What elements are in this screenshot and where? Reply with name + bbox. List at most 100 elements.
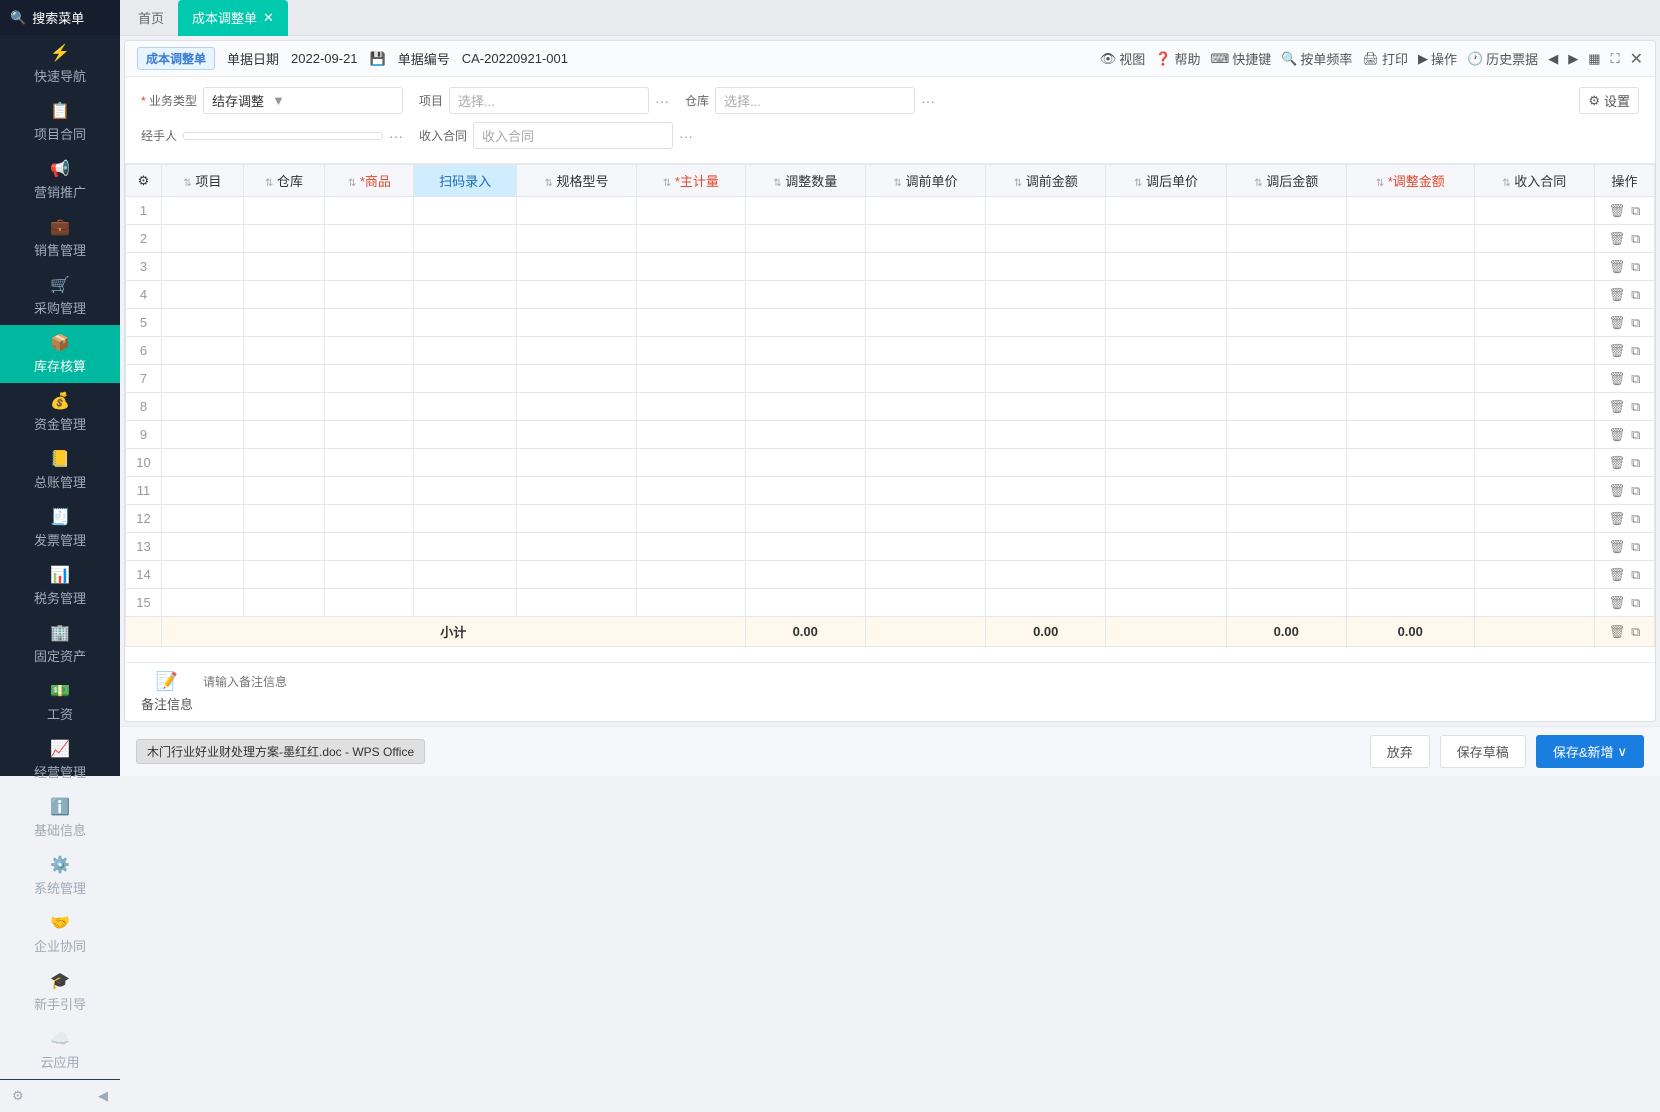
cell-7[interactable] — [865, 421, 985, 449]
cell-0[interactable] — [162, 589, 244, 617]
cell-4[interactable] — [516, 505, 636, 533]
cell-4[interactable] — [516, 421, 636, 449]
delete-row-button[interactable]: 🗑 — [1609, 315, 1626, 331]
biz-type-input[interactable]: 结存调整 ▼ — [203, 87, 403, 114]
income-contract-input[interactable]: 收入合同 — [473, 122, 673, 149]
cell-9[interactable] — [1106, 449, 1226, 477]
cell-4[interactable] — [516, 477, 636, 505]
cell-12[interactable] — [1474, 365, 1594, 393]
project-more-btn[interactable]: ··· — [655, 93, 669, 109]
cell-12[interactable] — [1474, 337, 1594, 365]
help-action[interactable]: ❓ 帮助 — [1155, 49, 1200, 68]
sidebar-item-sales-promo[interactable]: 📢 营销推广 — [0, 151, 120, 209]
cell-12[interactable] — [1474, 589, 1594, 617]
cell-12[interactable] — [1474, 561, 1594, 589]
cell-7[interactable] — [865, 393, 985, 421]
delete-row-button[interactable]: 🗑 — [1609, 539, 1626, 555]
delete-row-button[interactable]: 🗑 — [1609, 231, 1626, 247]
cell-11[interactable] — [1346, 589, 1474, 617]
delete-row-button[interactable]: 🗑 — [1609, 511, 1626, 527]
cell-4[interactable] — [516, 225, 636, 253]
copy-row-button[interactable]: ⧉ — [1631, 371, 1640, 387]
cell-3[interactable] — [414, 365, 516, 393]
sidebar-item-inventory[interactable]: 📦 库存核算 — [0, 325, 120, 383]
sidebar-item-basic-info[interactable]: ℹ️ 基础信息 — [0, 789, 120, 847]
cell-3[interactable] — [414, 281, 516, 309]
settings-icon[interactable]: ⚙ — [12, 1088, 24, 1104]
delete-row-button[interactable]: 🗑 — [1609, 287, 1626, 303]
cell-11[interactable] — [1346, 533, 1474, 561]
cell-0[interactable] — [162, 253, 244, 281]
cell-0[interactable] — [162, 365, 244, 393]
sidebar-item-enterprise[interactable]: 🤝 企业协同 — [0, 905, 120, 963]
cell-1[interactable] — [243, 449, 325, 477]
cell-12[interactable] — [1474, 393, 1594, 421]
cell-11[interactable] — [1346, 421, 1474, 449]
nav-prev-icon[interactable]: ◀ — [1548, 51, 1558, 67]
sidebar-item-fixed-assets[interactable]: 🏢 固定资产 — [0, 615, 120, 673]
collapse-icon[interactable]: ◀ — [98, 1088, 108, 1104]
copy-row-button[interactable]: ⧉ — [1631, 287, 1640, 303]
cell-2[interactable] — [325, 421, 414, 449]
cell-12[interactable] — [1474, 281, 1594, 309]
cell-8[interactable] — [986, 253, 1106, 281]
cell-11[interactable] — [1346, 253, 1474, 281]
cell-9[interactable] — [1106, 421, 1226, 449]
cell-2[interactable] — [325, 393, 414, 421]
cell-11[interactable] — [1346, 337, 1474, 365]
cell-9[interactable] — [1106, 393, 1226, 421]
history-action[interactable]: 🕐 历史票据 — [1467, 49, 1538, 68]
cell-12[interactable] — [1474, 477, 1594, 505]
cell-3[interactable] — [414, 253, 516, 281]
cell-6[interactable] — [745, 337, 865, 365]
cell-1[interactable] — [243, 533, 325, 561]
copy-row-button[interactable]: ⧉ — [1631, 455, 1640, 471]
cell-11[interactable] — [1346, 225, 1474, 253]
cell-2[interactable] — [325, 197, 414, 225]
cell-4[interactable] — [516, 281, 636, 309]
cell-5[interactable] — [637, 253, 745, 281]
cell-8[interactable] — [986, 309, 1106, 337]
cell-10[interactable] — [1226, 225, 1346, 253]
copy-row-button[interactable]: ⧉ — [1631, 259, 1640, 275]
cell-11[interactable] — [1346, 477, 1474, 505]
cell-11[interactable] — [1346, 449, 1474, 477]
cell-1[interactable] — [243, 197, 325, 225]
cell-9[interactable] — [1106, 337, 1226, 365]
cell-1[interactable] — [243, 421, 325, 449]
cell-10[interactable] — [1226, 449, 1346, 477]
cell-2[interactable] — [325, 589, 414, 617]
cell-3[interactable] — [414, 225, 516, 253]
delete-row-button[interactable]: 🗑 — [1609, 427, 1626, 443]
cell-9[interactable] — [1106, 505, 1226, 533]
cell-7[interactable] — [865, 505, 985, 533]
cell-9[interactable] — [1106, 225, 1226, 253]
cell-4[interactable] — [516, 337, 636, 365]
cell-6[interactable] — [745, 421, 865, 449]
sidebar-logo-text[interactable]: 搜索菜单 — [32, 8, 84, 27]
cell-7[interactable] — [865, 253, 985, 281]
cell-12[interactable] — [1474, 225, 1594, 253]
cell-1[interactable] — [243, 253, 325, 281]
delete-row-button[interactable]: 🗑 — [1609, 371, 1626, 387]
cell-9[interactable] — [1106, 561, 1226, 589]
cell-8[interactable] — [986, 225, 1106, 253]
cell-11[interactable] — [1346, 281, 1474, 309]
cell-2[interactable] — [325, 281, 414, 309]
review-action[interactable]: 🔍 按单频率 — [1281, 49, 1352, 68]
sidebar-item-newbie[interactable]: 🎓 新手引导 — [0, 963, 120, 1021]
date-value[interactable]: 2022-09-21 — [291, 51, 358, 66]
tab-home[interactable]: 首页 — [124, 0, 178, 36]
warehouse-more-btn[interactable]: ··· — [921, 93, 935, 109]
tab-cost-adjust[interactable]: 成本调整单 ✕ — [178, 0, 288, 36]
cell-6[interactable] — [745, 365, 865, 393]
cell-0[interactable] — [162, 225, 244, 253]
num-value[interactable]: CA-20220921-001 — [462, 51, 568, 66]
cell-12[interactable] — [1474, 505, 1594, 533]
view-toggle-icon[interactable]: ▦ — [1588, 51, 1600, 67]
cell-5[interactable] — [637, 281, 745, 309]
cell-4[interactable] — [516, 197, 636, 225]
cell-3[interactable] — [414, 449, 516, 477]
cell-7[interactable] — [865, 225, 985, 253]
warehouse-input[interactable]: 选择... — [715, 87, 915, 114]
